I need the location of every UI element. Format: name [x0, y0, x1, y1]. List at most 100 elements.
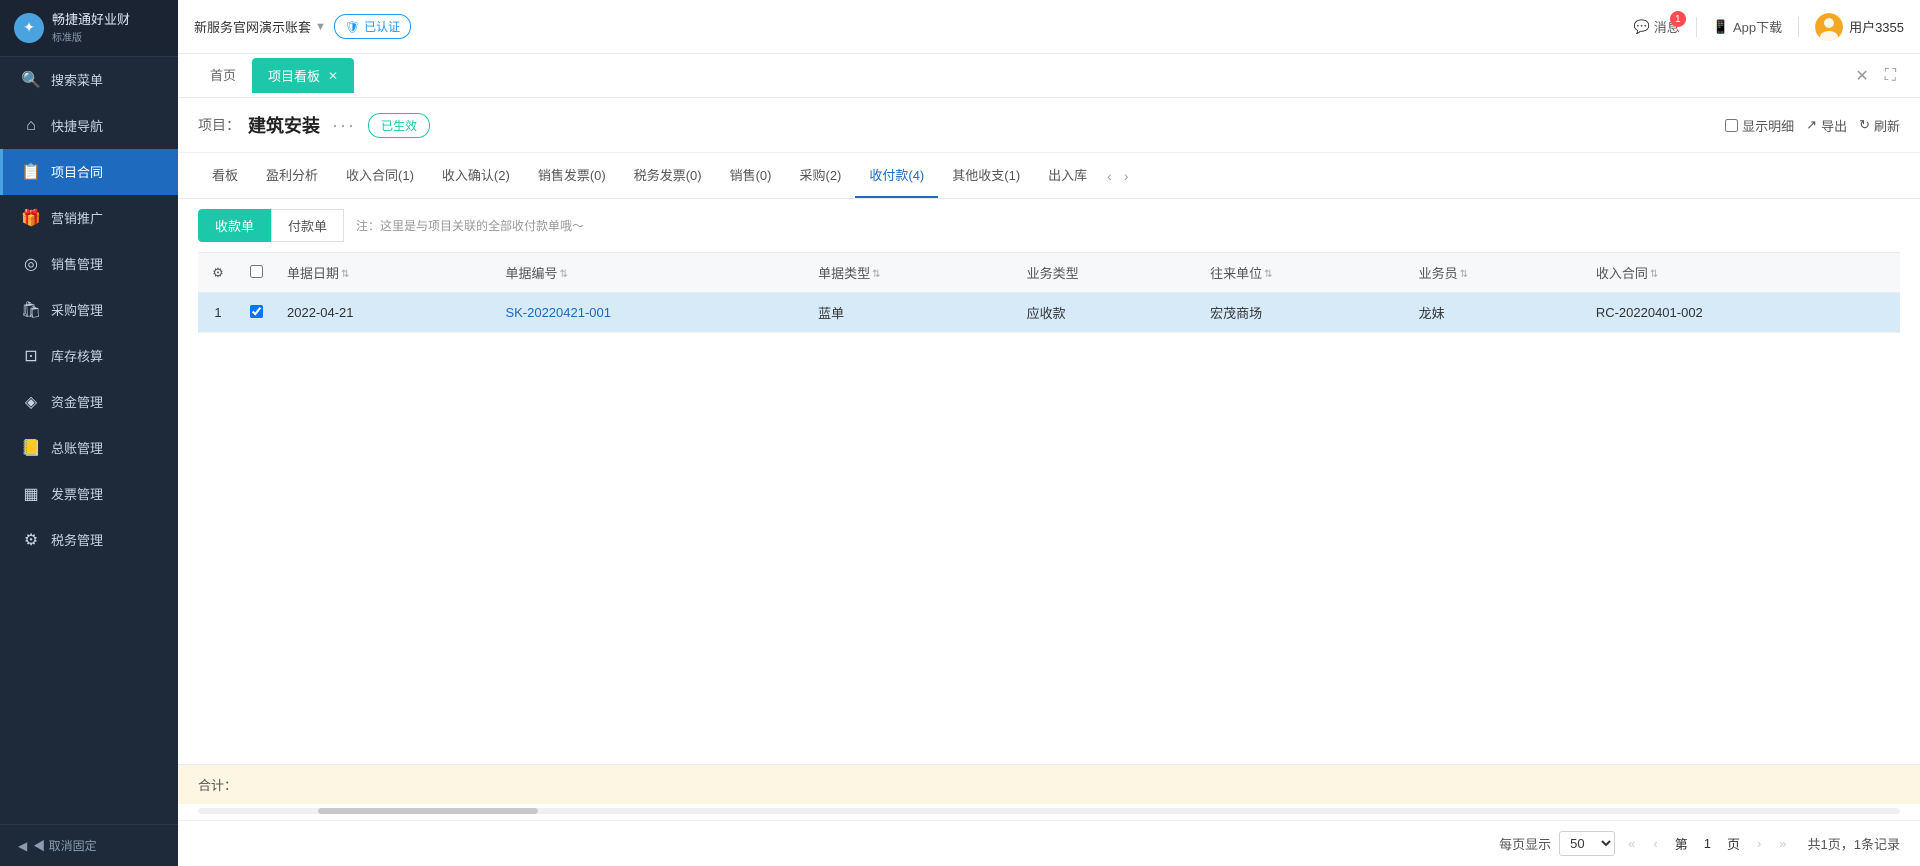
sidebar-logo: ✦ 畅捷通好业财 标准版 [0, 0, 178, 57]
sidebar-label-contract: 项目合同 [51, 162, 103, 181]
col-type[interactable]: 单据类型⇅ [806, 253, 1015, 293]
scrollbar-thumb[interactable] [318, 808, 538, 814]
avatar [1815, 13, 1843, 41]
table-row[interactable]: 1 2022-04-21 SK-20220421-001 蓝单 应收款 宏茂商场… [198, 293, 1900, 333]
sidebar-icon-sales: ◎ [21, 254, 41, 274]
col-partner[interactable]: 往来单位⇅ [1198, 253, 1407, 293]
subtab-profit[interactable]: 盈利分析 [252, 153, 332, 198]
account-selector[interactable]: 新服务官网演示账套 ▼ [194, 17, 326, 36]
row-contract: RC-20220401-002 [1584, 293, 1900, 333]
col-number[interactable]: 单据编号⇅ [493, 253, 806, 293]
sidebar-item-inventory[interactable]: ⊡ 库存核算 [0, 333, 178, 379]
sidebar-icon-invoice: ▦ [21, 484, 41, 504]
message-btn[interactable]: 💬 消息 1 [1634, 17, 1680, 36]
subtab-purchase[interactable]: 采购(2) [785, 153, 855, 198]
sidebar-item-sales[interactable]: ◎ 销售管理 [0, 241, 178, 287]
notification-badge: 1 [1670, 11, 1686, 27]
show-detail-input[interactable] [1725, 119, 1738, 132]
sidebar-icon-marketing: 🎁 [21, 208, 41, 228]
sidebar-item-ledger[interactable]: 📒 总账管理 [0, 425, 178, 471]
sort-partner-icon: ⇅ [1264, 269, 1272, 280]
topbar-right: 💬 消息 1 📱 App下载 用户3355 [1634, 13, 1904, 41]
sidebar-label-marketing: 营销推广 [51, 208, 103, 227]
subtab-income-contract[interactable]: 收入合同(1) [332, 153, 428, 198]
row-number-link[interactable]: SK-20220421-001 [505, 305, 611, 320]
sidebar-item-tax[interactable]: ⚙ 税务管理 [0, 517, 178, 563]
horizontal-scrollbar[interactable] [178, 804, 1920, 820]
show-detail-checkbox[interactable]: 显示明细 [1725, 116, 1794, 135]
sidebar-item-purchase[interactable]: 🛍 采购管理 [0, 287, 178, 333]
prev-page-btn[interactable]: ‹ [1648, 834, 1662, 853]
export-btn[interactable]: ↗ 导出 [1806, 116, 1847, 135]
row-date: 2022-04-21 [275, 293, 493, 333]
tab-home[interactable]: 首页 [194, 55, 252, 96]
sidebar-item-search[interactable]: 🔍 搜索菜单 [0, 57, 178, 103]
receipt-table: ⚙ 单据日期⇅ 单据编号⇅ 单据类型⇅ 业务类型 [198, 252, 1900, 333]
sidebar-icon-search: 🔍 [21, 70, 41, 90]
sidebar-item-contract[interactable]: 📋 项目合同 [0, 149, 178, 195]
subtab-board[interactable]: 看板 [198, 153, 252, 198]
col-date[interactable]: 单据日期⇅ [275, 253, 493, 293]
project-actions: 显示明细 ↗ 导出 ↻ 刷新 [1725, 116, 1900, 135]
row-checkbox[interactable] [250, 305, 263, 318]
subtab-sales[interactable]: 销售(0) [716, 153, 786, 198]
subtab-inout[interactable]: 出入库 [1034, 153, 1101, 198]
sidebar: ✦ 畅捷通好业财 标准版 🔍 搜索菜单 ⌂ 快捷导航 📋 项目合同 🎁 营销推广… [0, 0, 178, 866]
subtabs-next-arrow[interactable]: › [1118, 168, 1135, 184]
select-all-checkbox[interactable] [250, 265, 263, 278]
window-close-btn[interactable]: ✕ [1847, 66, 1876, 86]
badge-text: 已认证 [364, 18, 400, 35]
refresh-icon: ↻ [1859, 117, 1870, 133]
row-check-cell[interactable] [238, 293, 275, 333]
page-suffix: 页 [1723, 834, 1744, 853]
table-header-row: ⚙ 单据日期⇅ 单据编号⇅ 单据类型⇅ 业务类型 [198, 253, 1900, 293]
sidebar-item-marketing[interactable]: 🎁 营销推广 [0, 195, 178, 241]
next-page-btn[interactable]: › [1752, 834, 1766, 853]
message-icon: 💬 [1634, 19, 1650, 35]
table-body: 1 2022-04-21 SK-20220421-001 蓝单 应收款 宏茂商场… [198, 293, 1900, 333]
subtabs-prev-arrow[interactable]: ‹ [1101, 168, 1118, 184]
show-detail-label: 显示明细 [1742, 116, 1794, 135]
sidebar-label-tax: 税务管理 [51, 530, 103, 549]
total-label: 合计： [198, 778, 237, 793]
row-number[interactable]: SK-20220421-001 [493, 293, 806, 333]
per-page-label: 每页显示 [1499, 834, 1551, 853]
user-menu[interactable]: 用户3355 [1815, 13, 1904, 41]
first-page-btn[interactable]: « [1623, 834, 1640, 853]
row-biz-type: 应收款 [1015, 293, 1198, 333]
refresh-btn[interactable]: ↻ 刷新 [1859, 116, 1900, 135]
subtab-other-expense[interactable]: 其他收支(1) [938, 153, 1034, 198]
subtab-income-confirm[interactable]: 收入确认(2) [428, 153, 524, 198]
inner-tab-payment-label: 付款单 [288, 219, 327, 234]
inner-tab-payment[interactable]: 付款单 [271, 209, 344, 242]
subtab-receipt[interactable]: 收付款(4) [855, 153, 938, 198]
col-biz-type: 业务类型 [1015, 253, 1198, 293]
col-check[interactable] [238, 253, 275, 293]
project-name: 建筑安装 [248, 112, 320, 138]
table-wrap: ⚙ 单据日期⇅ 单据编号⇅ 单据类型⇅ 业务类型 [178, 252, 1920, 764]
refresh-label: 刷新 [1874, 116, 1900, 135]
sidebar-unpin[interactable]: ◀ ◀ 取消固定 [0, 824, 178, 866]
sort-number-icon: ⇅ [559, 269, 567, 280]
subtab-tax-invoice[interactable]: 税务发票(0) [620, 153, 716, 198]
col-contract[interactable]: 收入合同⇅ [1584, 253, 1900, 293]
content-area: 项目： 建筑安装 ··· 已生效 显示明细 ↗ 导出 ↻ 刷新 [178, 98, 1920, 866]
col-settings[interactable]: ⚙ [198, 253, 238, 293]
window-maximize-btn[interactable]: ⛶ [1877, 67, 1904, 85]
last-page-btn[interactable]: » [1774, 834, 1791, 853]
per-page-select[interactable]: 50 100 200 [1559, 831, 1615, 856]
inner-tab-receipt[interactable]: 收款单 [198, 209, 271, 242]
tab-project-board-label: 项目看板 [268, 66, 320, 85]
tab-close-icon[interactable]: ✕ [328, 69, 338, 83]
page-prefix: 第 [1671, 834, 1692, 853]
sidebar-label-inventory: 库存核算 [51, 346, 103, 365]
sidebar-item-invoice[interactable]: ▦ 发票管理 [0, 471, 178, 517]
sidebar-item-quick[interactable]: ⌂ 快捷导航 [0, 103, 178, 149]
tab-project-board[interactable]: 项目看板 ✕ [252, 58, 354, 93]
app-download-btn[interactable]: 📱 App下载 [1713, 17, 1782, 36]
sidebar-item-finance[interactable]: ◈ 资金管理 [0, 379, 178, 425]
col-salesman[interactable]: 业务员⇅ [1407, 253, 1584, 293]
subtab-sales-invoice[interactable]: 销售发票(0) [524, 153, 620, 198]
main-area: 新服务官网演示账套 ▼ 🛡 已认证 💬 消息 1 📱 App下载 [178, 0, 1920, 866]
project-more-btn[interactable]: ··· [332, 115, 356, 136]
